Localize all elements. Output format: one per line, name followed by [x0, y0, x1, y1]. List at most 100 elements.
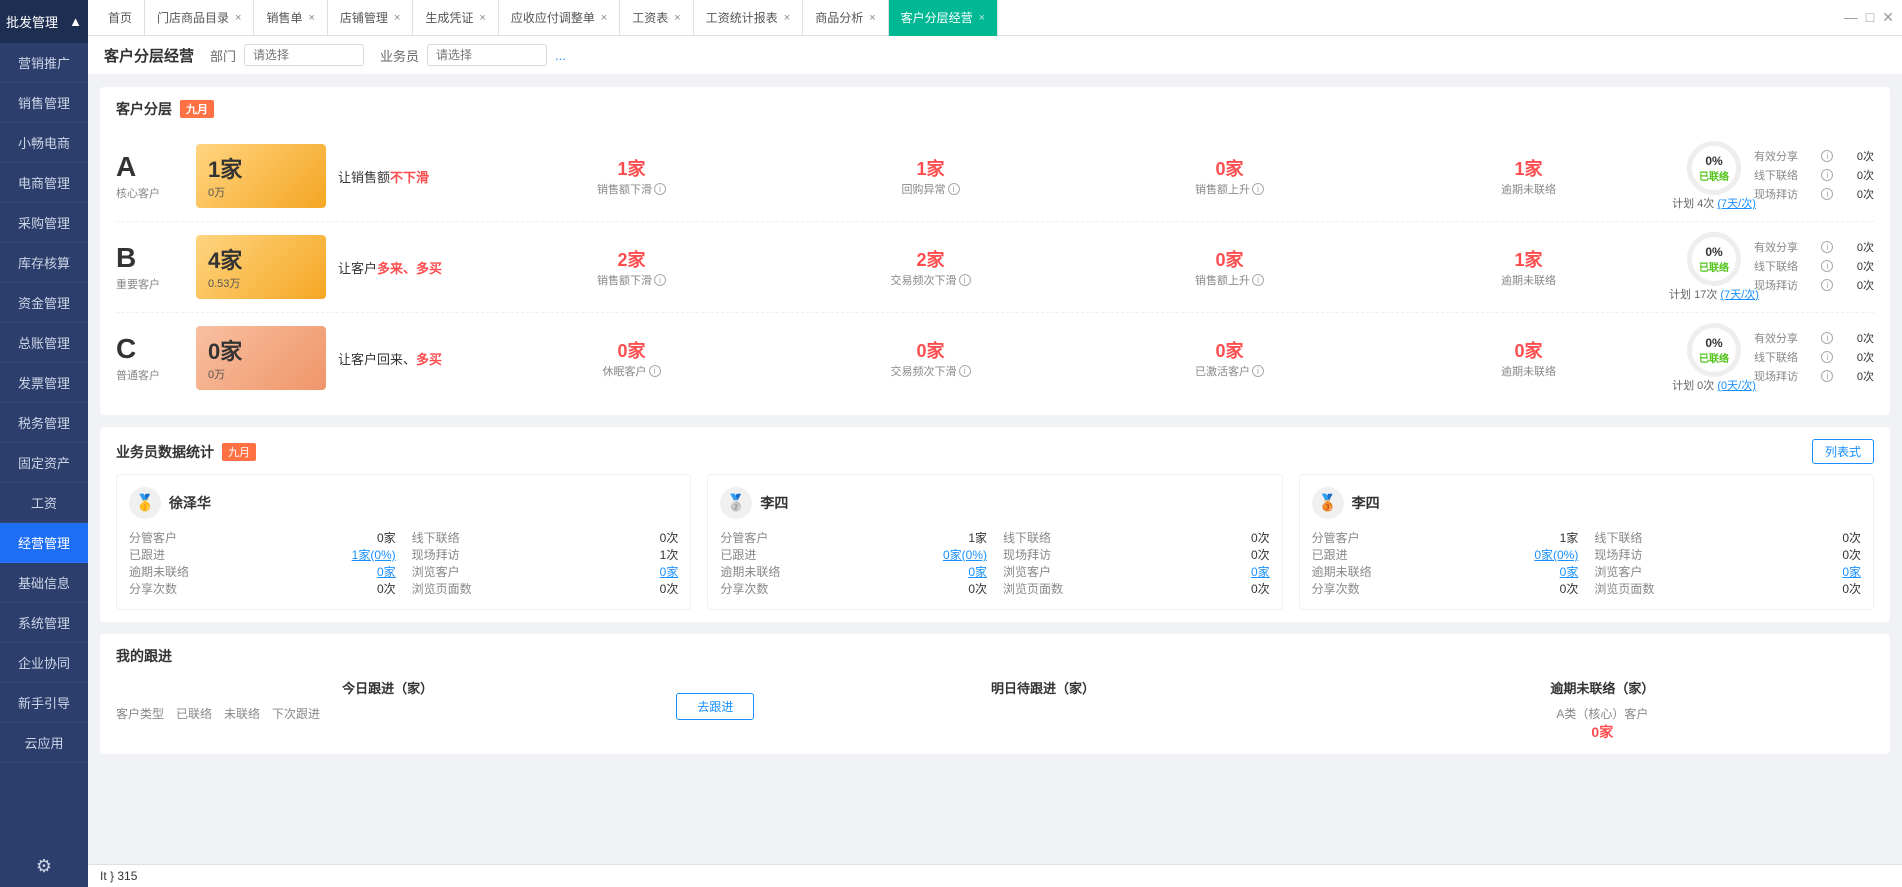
biz-row-val[interactable]: 0家(0%) [1534, 546, 1578, 563]
info-icon[interactable]: i [654, 274, 666, 286]
biz-stats-section: 业务员数据统计 九月 列表式 🥇 徐泽华 分管客户 0家 已跟进 1家(0%) … [100, 427, 1890, 622]
sidebar-item-云应用[interactable]: 云应用 [0, 723, 88, 763]
list-view-btn[interactable]: 列表式 [1812, 439, 1874, 464]
window-close-icon[interactable]: ✕ [1882, 9, 1894, 26]
bottom-bar-text: It } 315 [100, 869, 137, 883]
sidebar-item-电商管理[interactable]: 电商管理 [0, 163, 88, 203]
tier-amount-B: 0.53万 [208, 275, 314, 291]
window-minimize-icon[interactable]: — [1844, 9, 1858, 26]
info-icon-right[interactable]: i [1821, 332, 1833, 344]
go-follow-btn[interactable]: 去跟进 [676, 693, 754, 720]
plan-link-A[interactable]: (7天/次) [1717, 198, 1756, 210]
sidebar: 批发管理 ▲ 营销推广销售管理小畅电商电商管理采购管理库存核算资金管理总账管理发… [0, 0, 88, 887]
info-icon-right[interactable]: i [1821, 241, 1833, 253]
tab-客户分层经营[interactable]: 客户分层经营× [889, 0, 998, 36]
tab-销售单[interactable]: 销售单× [254, 0, 327, 36]
info-icon[interactable]: i [1252, 183, 1264, 195]
sidebar-item-基础信息[interactable]: 基础信息 [0, 563, 88, 603]
follow-col-header-type: 客户类型 [116, 705, 164, 722]
sidebar-item-发票管理[interactable]: 发票管理 [0, 363, 88, 403]
biz-row-分管客户: 分管客户 0家 [129, 529, 396, 546]
sidebar-item-营销推广[interactable]: 营销推广 [0, 43, 88, 83]
info-icon[interactable]: i [654, 183, 666, 195]
biz-row-val[interactable]: 0家 [1842, 563, 1861, 580]
page-title: 客户分层经营 [104, 45, 194, 66]
stat-count: 0家 [1084, 337, 1375, 363]
tab-工资统计报表[interactable]: 工资统计报表× [694, 0, 803, 36]
sidebar-item-资金管理[interactable]: 资金管理 [0, 283, 88, 323]
stat-label: 休眠客户 i [486, 363, 777, 379]
tab-首页[interactable]: 首页 [96, 0, 145, 36]
tab-close-店铺管理[interactable]: × [394, 12, 400, 24]
window-maximize-icon[interactable]: □ [1866, 9, 1874, 26]
info-icon[interactable]: i [959, 365, 971, 377]
tier-amount-A: 0万 [208, 184, 314, 200]
biz-row-val: 0次 [1251, 580, 1270, 597]
biz-row-逾期未联络: 逾期未联络 0家 [129, 563, 396, 580]
right-stat-line: 有效分享 i 0次 [1754, 239, 1874, 255]
staff-select[interactable] [427, 44, 547, 66]
tab-close-应收应付调整单[interactable]: × [601, 12, 607, 24]
tab-close-商品分析[interactable]: × [869, 12, 875, 24]
info-icon-right[interactable]: i [1821, 188, 1833, 200]
info-icon[interactable]: i [1252, 274, 1264, 286]
plan-link-C[interactable]: (0天/次) [1717, 380, 1756, 392]
sidebar-item-工资[interactable]: 工资 [0, 483, 88, 523]
biz-name: 李四 [760, 493, 788, 513]
sidebar-item-销售管理[interactable]: 销售管理 [0, 83, 88, 123]
sidebar-item-企业协同[interactable]: 企业协同 [0, 643, 88, 683]
stat-block-C-交易频次下滑: 0家 交易频次下滑 i [785, 333, 1076, 383]
sidebar-item-系统管理[interactable]: 系统管理 [0, 603, 88, 643]
info-icon-right[interactable]: i [1821, 169, 1833, 181]
tab-close-销售单[interactable]: × [308, 12, 314, 24]
tab-close-门店商品目录[interactable]: × [235, 12, 241, 24]
info-icon[interactable]: i [948, 183, 960, 195]
sidebar-item-小畅电商[interactable]: 小畅电商 [0, 123, 88, 163]
stat-label: 交易频次下滑 i [785, 272, 1076, 288]
filter-more-btn[interactable]: ... [555, 48, 566, 63]
biz-row-val: 1家 [968, 529, 987, 546]
biz-row-val[interactable]: 0家 [1560, 563, 1579, 580]
info-icon-right[interactable]: i [1821, 351, 1833, 363]
info-icon-right[interactable]: i [1821, 150, 1833, 162]
tab-close-工资统计报表[interactable]: × [784, 12, 790, 24]
sidebar-item-固定资产[interactable]: 固定资产 [0, 443, 88, 483]
biz-row-val[interactable]: 0家 [968, 563, 987, 580]
biz-name: 李四 [1352, 493, 1380, 513]
biz-cards-container: 🥇 徐泽华 分管客户 0家 已跟进 1家(0%) 逾期未联络 0家 分享次数 0… [116, 474, 1874, 610]
info-icon[interactable]: i [649, 365, 661, 377]
circle-chart-B: 0% 已联络 [1687, 232, 1741, 286]
dept-select[interactable] [244, 44, 364, 66]
sidebar-item-采购管理[interactable]: 采购管理 [0, 203, 88, 243]
tab-应收应付调整单[interactable]: 应收应付调整单× [499, 0, 620, 36]
tab-close-生成凭证[interactable]: × [479, 12, 485, 24]
info-icon-right[interactable]: i [1821, 370, 1833, 382]
tab-生成凭证[interactable]: 生成凭证× [413, 0, 498, 36]
sidebar-item-总账管理[interactable]: 总账管理 [0, 323, 88, 363]
biz-row-val: 0次 [1842, 546, 1861, 563]
sidebar-header[interactable]: 批发管理 ▲ [0, 0, 88, 43]
tab-close-客户分层经营[interactable]: × [979, 12, 985, 24]
tab-店铺管理[interactable]: 店铺管理× [328, 0, 413, 36]
tab-门店商品目录[interactable]: 门店商品目录× [145, 0, 254, 36]
tab-close-工资表[interactable]: × [674, 12, 680, 24]
biz-row-val[interactable]: 0家 [660, 563, 679, 580]
biz-row-val[interactable]: 0家(0%) [943, 546, 987, 563]
info-icon[interactable]: i [1252, 365, 1264, 377]
sidebar-item-经营管理[interactable]: 经营管理 [0, 523, 88, 563]
tab-商品分析[interactable]: 商品分析× [803, 0, 888, 36]
biz-row-分享次数: 分享次数 0次 [129, 580, 396, 597]
sidebar-item-税务管理[interactable]: 税务管理 [0, 403, 88, 443]
biz-row-val[interactable]: 0家 [1251, 563, 1270, 580]
info-icon-right[interactable]: i [1821, 260, 1833, 272]
biz-row-val[interactable]: 1家(0%) [352, 546, 396, 563]
biz-row-val[interactable]: 0家 [377, 563, 396, 580]
sidebar-settings-icon[interactable]: ⚙ [0, 846, 88, 887]
stat-block-B-销售额下滑: 2家 销售额下滑 i [486, 242, 777, 292]
tier-letter-B: B [116, 242, 196, 274]
tab-工资表[interactable]: 工资表× [620, 0, 693, 36]
sidebar-item-库存核算[interactable]: 库存核算 [0, 243, 88, 283]
sidebar-item-新手引导[interactable]: 新手引导 [0, 683, 88, 723]
info-icon-right[interactable]: i [1821, 279, 1833, 291]
info-icon[interactable]: i [959, 274, 971, 286]
